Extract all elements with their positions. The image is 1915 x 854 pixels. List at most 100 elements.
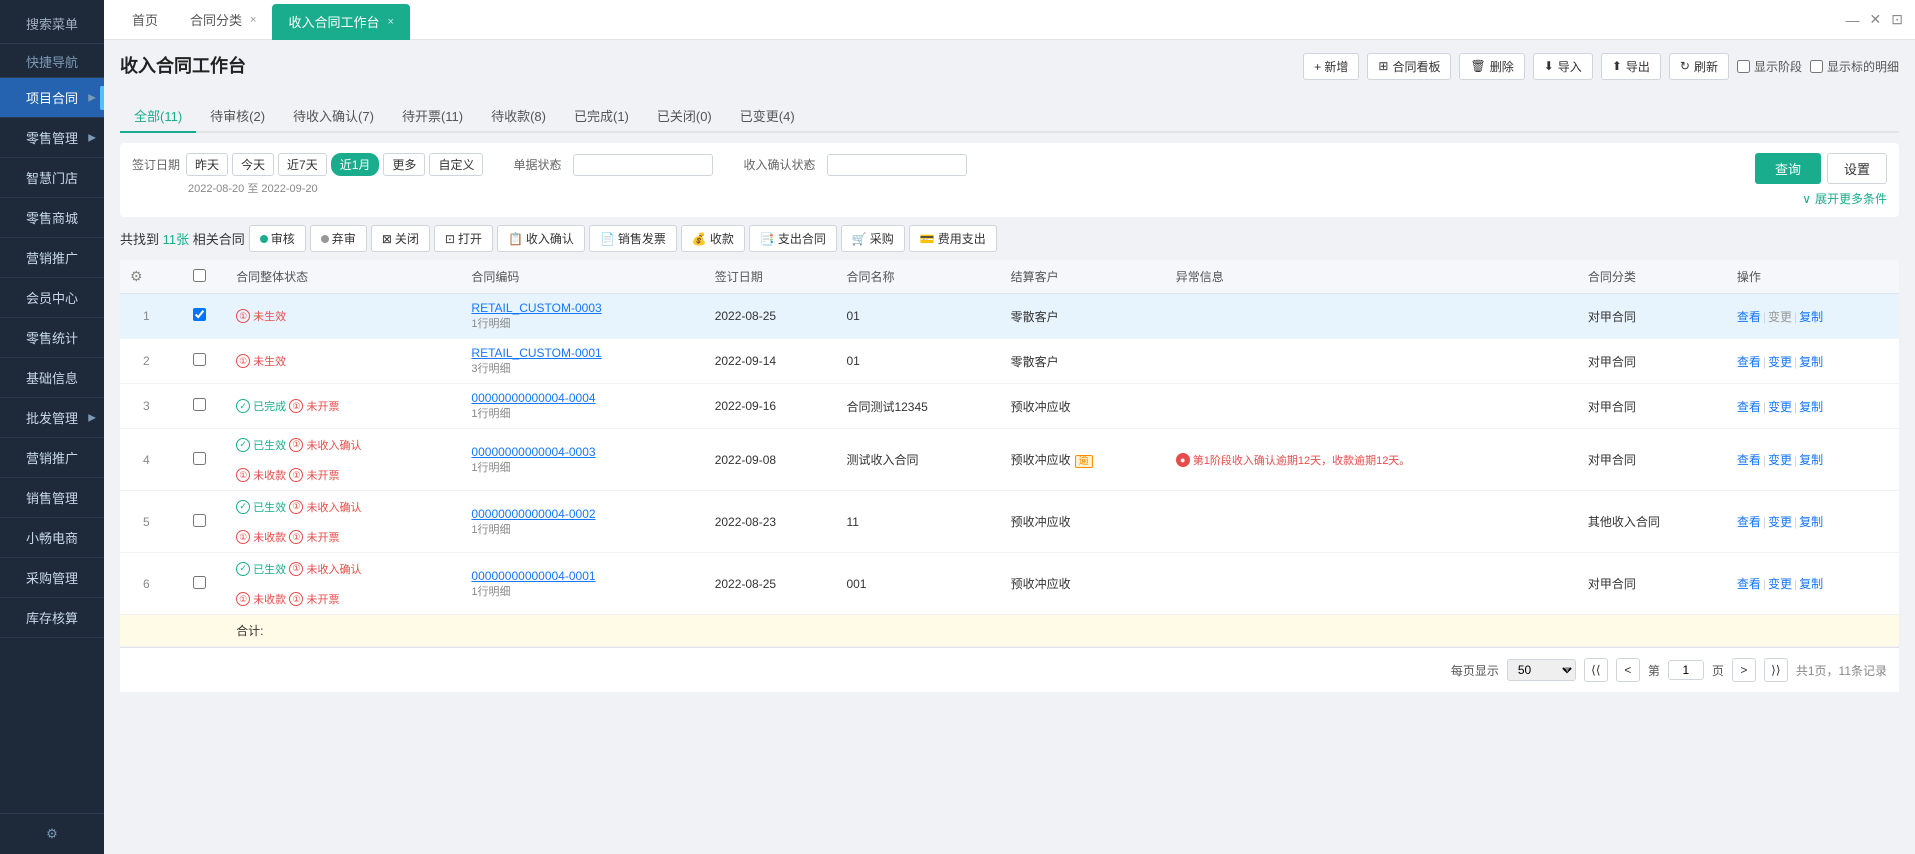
date-filter-today[interactable]: 今天 xyxy=(232,153,274,176)
table-row[interactable]: 6✓已生效 ①未收入确认①未收款 ①未开票00000000000004-0001… xyxy=(120,553,1899,615)
window-close-icon[interactable]: ✕ xyxy=(1870,11,1882,28)
date-filter-last1month[interactable]: 近1月 xyxy=(331,153,380,176)
last-page-button[interactable]: ⟩⟩ xyxy=(1764,658,1788,682)
tab-close-contract_cat[interactable]: × xyxy=(250,14,256,26)
op-变更-link[interactable]: 变更 xyxy=(1768,355,1792,369)
sidebar-item-purchase[interactable]: 采购管理 xyxy=(0,558,104,598)
date-filter-yesterday[interactable]: 昨天 xyxy=(186,153,228,176)
row-checkbox[interactable] xyxy=(193,576,206,589)
contract-code-link[interactable]: RETAIL_CUSTOM-0003 xyxy=(471,301,601,315)
op-变更-link[interactable]: 变更 xyxy=(1768,515,1792,529)
sidebar-item-xiaochang[interactable]: 小畅电商 xyxy=(0,518,104,558)
op-变更-link[interactable]: 变更 xyxy=(1768,453,1792,467)
abandon-audit-button[interactable]: 弃审 xyxy=(310,225,367,252)
sidebar-item-retail_mall[interactable]: 零售商城 xyxy=(0,198,104,238)
sidebar-search[interactable]: 搜索菜单 xyxy=(0,0,104,44)
gear-icon[interactable]: ⚙ xyxy=(130,268,143,284)
export-button[interactable]: ⬆ 导出 xyxy=(1601,53,1661,80)
show-stage-checkbox[interactable]: 显示阶段 xyxy=(1737,58,1802,75)
op-查看-link[interactable]: 查看 xyxy=(1737,355,1761,369)
expense-button[interactable]: 💳 费用支出 xyxy=(909,225,997,252)
contract-code-link[interactable]: 00000000000004-0003 xyxy=(471,445,595,459)
date-filter-last7[interactable]: 近7天 xyxy=(278,153,327,176)
table-row[interactable]: 3✓已完成 ①未开票00000000000004-00041行明细2022-09… xyxy=(120,384,1899,429)
close-contract-button[interactable]: ⊠ 关闭 xyxy=(371,225,430,252)
sidebar-item-member[interactable]: 会员中心 xyxy=(0,278,104,318)
op-查看-link[interactable]: 查看 xyxy=(1737,310,1761,324)
row-checkbox[interactable] xyxy=(193,308,206,321)
import-button[interactable]: ⬇ 导入 xyxy=(1533,53,1593,80)
status-tab-pending_payment[interactable]: 待收款(8) xyxy=(477,100,560,133)
status-tab-changed[interactable]: 已变更(4) xyxy=(726,100,809,133)
sales-invoice-button[interactable]: 📄 销售发票 xyxy=(589,225,677,252)
row-checkbox[interactable] xyxy=(193,514,206,527)
next-page-button[interactable]: > xyxy=(1732,658,1756,682)
contract-code-link[interactable]: 00000000000004-0004 xyxy=(471,391,595,405)
op-复制-link[interactable]: 复制 xyxy=(1799,310,1823,324)
table-row[interactable]: 1①未生效RETAIL_CUSTOM-00031行明细2022-08-2501零… xyxy=(120,294,1899,339)
contract-code-link[interactable]: 00000000000004-0001 xyxy=(471,569,595,583)
status-tab-completed[interactable]: 已完成(1) xyxy=(560,100,643,133)
window-minimize-icon[interactable]: — xyxy=(1846,12,1860,28)
op-复制-link[interactable]: 复制 xyxy=(1799,400,1823,414)
op-查看-link[interactable]: 查看 xyxy=(1737,400,1761,414)
contract-code-link[interactable]: 00000000000004-0002 xyxy=(471,507,595,521)
refresh-button[interactable]: ↻ 刷新 xyxy=(1669,53,1729,80)
op-变更-link[interactable]: 变更 xyxy=(1768,400,1792,414)
table-row[interactable]: 4✓已生效 ①未收入确认①未收款 ①未开票00000000000004-0003… xyxy=(120,429,1899,491)
sidebar-item-marketing[interactable]: 营销推广 xyxy=(0,238,104,278)
status-tab-pending_income_confirm[interactable]: 待收入确认(7) xyxy=(279,100,388,133)
status-tab-closed[interactable]: 已关闭(0) xyxy=(643,100,726,133)
page-size-select[interactable]: 50 10 20 100 xyxy=(1507,659,1576,681)
op-查看-link[interactable]: 查看 xyxy=(1737,453,1761,467)
sidebar-nav[interactable]: 快捷导航 xyxy=(0,44,104,78)
op-复制-link[interactable]: 复制 xyxy=(1799,355,1823,369)
status-tab-all[interactable]: 全部(11) xyxy=(120,100,196,133)
contract-board-button[interactable]: ⊞ 合同看板 xyxy=(1367,53,1451,80)
op-复制-link[interactable]: 复制 xyxy=(1799,577,1823,591)
sidebar-item-wholesale[interactable]: 批发管理▶ xyxy=(0,398,104,438)
tab-income_workbench[interactable]: 收入合同工作台× xyxy=(272,4,409,40)
show-flag-checkbox[interactable]: 显示标的明细 xyxy=(1810,58,1899,75)
tab-contract_cat[interactable]: 合同分类× xyxy=(174,0,272,40)
sidebar-item-smart_store[interactable]: 智慧门店 xyxy=(0,158,104,198)
select-all-checkbox[interactable] xyxy=(193,269,206,282)
set-button[interactable]: 设置 xyxy=(1827,153,1887,184)
sidebar-item-project[interactable]: 项目合同▶ xyxy=(0,78,104,118)
sidebar-item-retail[interactable]: 零售管理▶ xyxy=(0,118,104,158)
open-contract-button[interactable]: ⊡ 打开 xyxy=(434,225,493,252)
status-tab-pending_invoice[interactable]: 待开票(11) xyxy=(388,100,477,133)
table-row[interactable]: 2①未生效RETAIL_CUSTOM-00013行明细2022-09-1401零… xyxy=(120,339,1899,384)
sidebar-item-marketing2[interactable]: 营销推广 xyxy=(0,438,104,478)
op-复制-link[interactable]: 复制 xyxy=(1799,453,1823,467)
income-confirm-button[interactable]: 📋 收入确认 xyxy=(497,225,585,252)
row-checkbox[interactable] xyxy=(193,452,206,465)
sidebar-item-sales_mgmt[interactable]: 销售管理 xyxy=(0,478,104,518)
row-checkbox[interactable] xyxy=(193,398,206,411)
date-filter-custom[interactable]: 自定义 xyxy=(429,153,483,176)
window-expand-icon[interactable]: ⊡ xyxy=(1891,11,1903,28)
date-filter-more[interactable]: 更多 xyxy=(383,153,425,176)
audit-button[interactable]: 审核 xyxy=(249,225,306,252)
query-button[interactable]: 查询 xyxy=(1755,153,1821,184)
op-查看-link[interactable]: 查看 xyxy=(1737,577,1761,591)
page-size-wrapper[interactable]: 50 10 20 100 xyxy=(1507,659,1576,681)
status-tab-pending_review[interactable]: 待审核(2) xyxy=(196,100,279,133)
op-变更-link[interactable]: 变更 xyxy=(1768,310,1792,324)
delete-button[interactable]: 🗑 删除 xyxy=(1459,53,1524,80)
sidebar-item-basic_info[interactable]: 基础信息 xyxy=(0,358,104,398)
contract-code-link[interactable]: RETAIL_CUSTOM-0001 xyxy=(471,346,601,360)
sidebar-item-retail_stats[interactable]: 零售统计 xyxy=(0,318,104,358)
sidebar-item-inventory[interactable]: 库存核算 xyxy=(0,598,104,638)
add-button[interactable]: + 新增 xyxy=(1303,53,1359,80)
first-page-button[interactable]: ⟨⟨ xyxy=(1584,658,1608,682)
op-查看-link[interactable]: 查看 xyxy=(1737,515,1761,529)
expand-filter-button[interactable]: ∨ 展开更多条件 xyxy=(1802,190,1887,207)
doc-status-select[interactable] xyxy=(573,154,713,176)
op-变更-link[interactable]: 变更 xyxy=(1768,577,1792,591)
page-number-input[interactable] xyxy=(1668,660,1704,680)
tab-close-income_workbench[interactable]: × xyxy=(387,16,393,28)
income-confirm-select[interactable] xyxy=(827,154,967,176)
tab-home[interactable]: 首页 xyxy=(116,0,174,40)
sidebar-settings[interactable]: ⚙ xyxy=(0,813,104,854)
